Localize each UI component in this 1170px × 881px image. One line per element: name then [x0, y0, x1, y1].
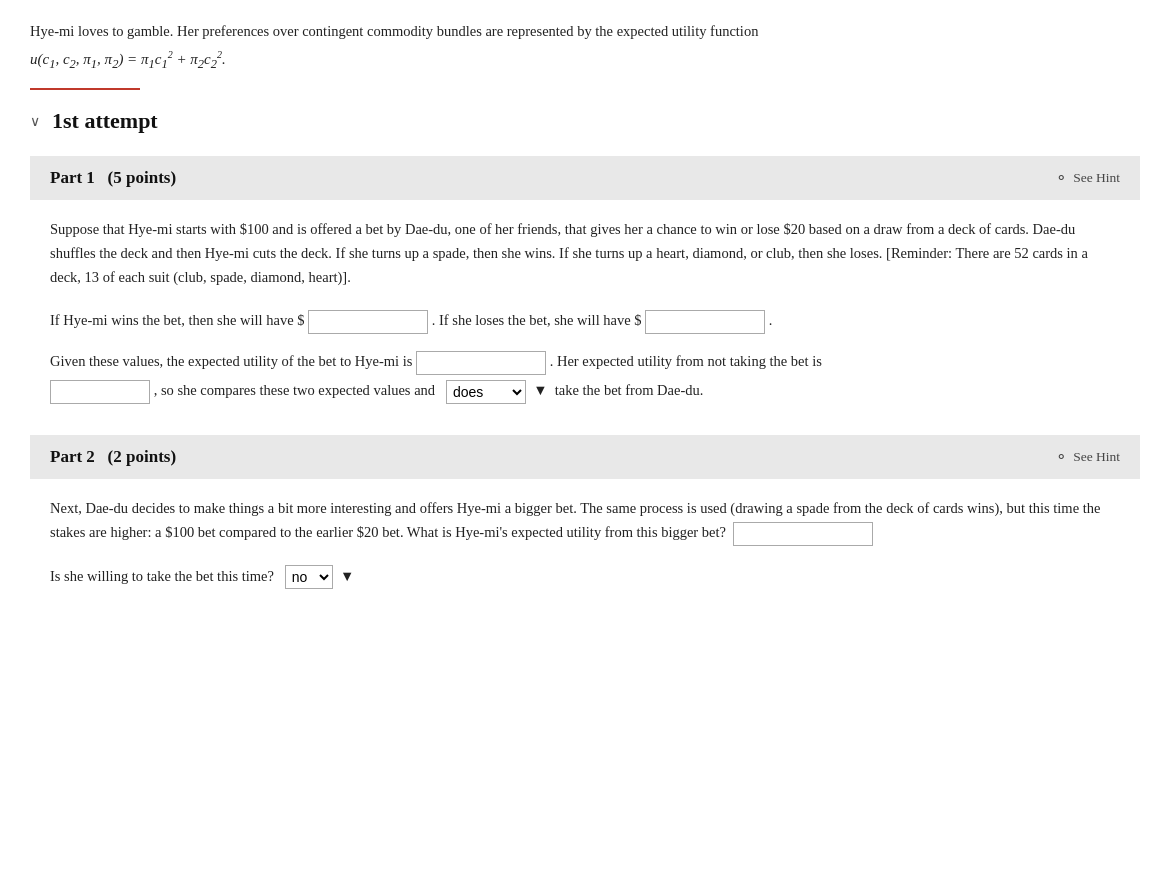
part1-title: Part 1 (5 points) — [50, 168, 176, 188]
input-eu-no-bet[interactable] — [50, 380, 150, 404]
part2-body-text: Next, Dae-du decides to make things a bi… — [50, 497, 1120, 546]
part2-line2: Is she willing to take the bet this time… — [50, 562, 1120, 591]
part2-section: Part 2 (2 points) ⚬ See Hint Next, Dae-d… — [30, 435, 1140, 591]
part2-willing-select[interactable]: no yes — [285, 565, 333, 589]
chevron-down-icon[interactable]: ∨ — [30, 113, 40, 130]
part2-see-hint[interactable]: ⚬ See Hint — [1055, 448, 1120, 466]
part1-line3-after: take the bet from Dae-du. — [555, 382, 704, 398]
part1-does-select[interactable]: does does not — [446, 380, 526, 404]
intro-text: Hye-mi loves to gamble. Her preferences … — [30, 20, 1140, 43]
lightbulb-icon: ⚬ — [1055, 169, 1068, 187]
intro-formula: u(c1, c2, π1, π2) = π1c12 + π2c22. — [30, 49, 1140, 72]
part1-line2-before: Given these values, the expected utility… — [50, 353, 412, 369]
part1-section: Part 1 (5 points) ⚬ See Hint Suppose tha… — [30, 156, 1140, 405]
attempt-header: ∨ 1st attempt — [30, 108, 1140, 134]
input-loses[interactable] — [645, 310, 765, 334]
part1-line1-after: . — [769, 312, 773, 328]
part1-header: Part 1 (5 points) ⚬ See Hint — [30, 156, 1140, 200]
part1-body-text: Suppose that Hye-mi starts with $100 and… — [50, 218, 1120, 290]
part1-line1-mid: . If she loses the bet, she will have $ — [432, 312, 642, 328]
part1-line3-before: , so she compares these two expected val… — [154, 382, 435, 398]
part2-line2-before: Is she willing to take the bet this time… — [50, 568, 274, 584]
lightbulb-icon-2: ⚬ — [1055, 448, 1068, 466]
section-divider — [30, 88, 140, 90]
input-eu-bet[interactable] — [416, 351, 546, 375]
part1-line1: If Hye-mi wins the bet, then she will ha… — [50, 306, 1120, 335]
part2-body: Next, Dae-du decides to make things a bi… — [30, 497, 1140, 591]
input-wins[interactable] — [308, 310, 428, 334]
input-eu-bigger[interactable] — [733, 522, 873, 546]
part1-line2-3: Given these values, the expected utility… — [50, 347, 1120, 405]
part2-header: Part 2 (2 points) ⚬ See Hint — [30, 435, 1140, 479]
intro-section: Hye-mi loves to gamble. Her preferences … — [30, 20, 1140, 72]
part1-see-hint[interactable]: ⚬ See Hint — [1055, 169, 1120, 187]
part2-title: Part 2 (2 points) — [50, 447, 176, 467]
part1-line1-before: If Hye-mi wins the bet, then she will ha… — [50, 312, 305, 328]
part1-line2-mid: . Her expected utility from not taking t… — [550, 353, 822, 369]
attempt-title: 1st attempt — [52, 108, 158, 134]
part1-body: Suppose that Hye-mi starts with $100 and… — [30, 218, 1140, 405]
